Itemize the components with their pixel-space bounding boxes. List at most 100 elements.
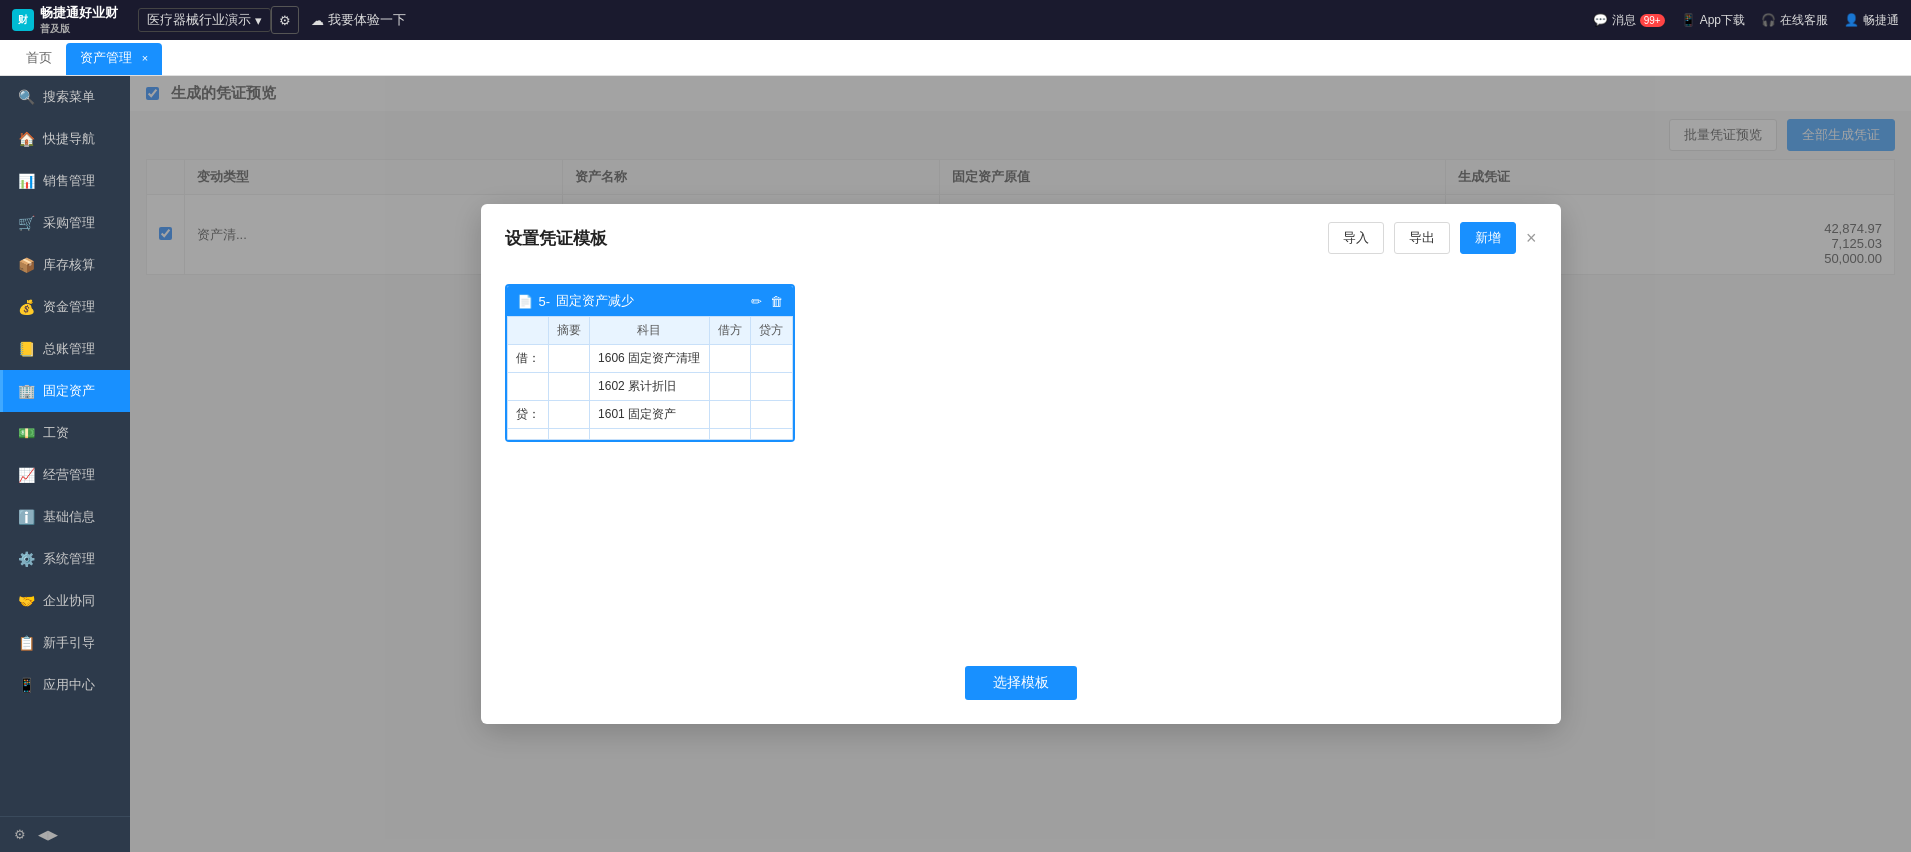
sidebar-item-purchase[interactable]: 🛒 采购管理 xyxy=(0,202,130,244)
modal-header: 设置凭证模板 导入 导出 新增 × xyxy=(481,204,1561,264)
sidebar-label-salary: 工资 xyxy=(43,424,69,442)
sidebar-label-operations: 经营管理 xyxy=(43,466,95,484)
entry-summary-4 xyxy=(548,429,589,440)
sidebar-settings-icon[interactable]: ⚙ xyxy=(14,827,26,842)
col-debit: 借方 xyxy=(709,317,750,345)
sidebar-label-assets: 固定资产 xyxy=(43,382,95,400)
message-badge: 99+ xyxy=(1640,14,1665,27)
export-button[interactable]: 导出 xyxy=(1394,222,1450,254)
tab-bar: 首页 资产管理 × xyxy=(0,40,1911,76)
main-layout: 🔍 搜索菜单 🏠 快捷导航 📊 销售管理 🛒 采购管理 📦 库存核算 💰 xyxy=(0,76,1911,852)
template-name: 固定资产减少 xyxy=(556,292,634,310)
app-download-label: App下载 xyxy=(1700,12,1745,29)
modal-footer: 选择模板 xyxy=(481,656,1561,724)
chevron-down-icon: ▾ xyxy=(255,13,262,28)
modal-backdrop: 设置凭证模板 导入 导出 新增 × 📄 5-固定资产减少 xyxy=(130,76,1911,852)
download-icon: 📱 xyxy=(1681,13,1696,27)
sidebar-item-basic-info[interactable]: ℹ️ 基础信息 xyxy=(0,496,130,538)
service-icon: 🎧 xyxy=(1761,13,1776,27)
sidebar-item-salary[interactable]: 💵 工资 xyxy=(0,412,130,454)
ledger-icon: 📒 xyxy=(17,340,35,358)
system-icon: ⚙️ xyxy=(17,550,35,568)
operations-icon: 📈 xyxy=(17,466,35,484)
modal-body: 📄 5-固定资产减少 ✏ 🗑 xyxy=(481,264,1561,656)
modal-header-actions: 导入 导出 新增 × xyxy=(1328,222,1537,254)
sidebar-label-search: 搜索菜单 xyxy=(43,88,95,106)
sidebar-item-enterprise[interactable]: 🤝 企业协同 xyxy=(0,580,130,622)
experience-label: 我要体验一下 xyxy=(328,11,406,29)
sidebar-item-system[interactable]: ⚙️ 系统管理 xyxy=(0,538,130,580)
template-delete-icon[interactable]: 🗑 xyxy=(770,294,783,309)
sidebar-collapse-icon[interactable]: ◀▶ xyxy=(38,827,58,842)
app-name: 畅捷通好业财 xyxy=(40,4,118,22)
assets-icon: 🏢 xyxy=(17,382,35,400)
new-button[interactable]: 新增 xyxy=(1460,222,1516,254)
entry-credit-2 xyxy=(751,373,792,401)
template-edit-icon[interactable]: ✏ xyxy=(751,294,762,309)
purchase-icon: 🛒 xyxy=(17,214,35,232)
app-download-link[interactable]: 📱 App下载 xyxy=(1681,12,1745,29)
sidebar-label-purchase: 采购管理 xyxy=(43,214,95,232)
user-menu[interactable]: 👤 畅捷通 xyxy=(1844,12,1899,29)
finance-icon: 💰 xyxy=(17,298,35,316)
entry-type-4 xyxy=(507,429,548,440)
entry-type-2 xyxy=(507,373,548,401)
modal-close-button[interactable]: × xyxy=(1526,229,1537,247)
entry-summary-3 xyxy=(548,401,589,429)
app-edition: 普及版 xyxy=(40,22,118,36)
sidebar-label-guide: 新手引导 xyxy=(43,634,95,652)
enterprise-icon: 🤝 xyxy=(17,592,35,610)
col-subject: 科目 xyxy=(590,317,710,345)
entry-summary-2 xyxy=(548,373,589,401)
template-entry-row-3: 贷： 1601 固定资产 xyxy=(507,401,792,429)
sidebar-item-assets[interactable]: 🏢 固定资产 xyxy=(0,370,130,412)
template-number: 5- xyxy=(539,294,551,309)
company-selector[interactable]: 医疗器械行业演示 ▾ xyxy=(138,8,271,32)
app-center-icon: 📱 xyxy=(17,676,35,694)
select-template-button[interactable]: 选择模板 xyxy=(965,666,1077,700)
logo-icon: 财 xyxy=(12,9,34,31)
import-button[interactable]: 导入 xyxy=(1328,222,1384,254)
sidebar-item-finance[interactable]: 💰 资金管理 xyxy=(0,286,130,328)
tab-asset-management[interactable]: 资产管理 × xyxy=(66,43,162,75)
entry-debit-4 xyxy=(709,429,750,440)
guide-icon: 📋 xyxy=(17,634,35,652)
sidebar-item-quick-nav[interactable]: 🏠 快捷导航 xyxy=(0,118,130,160)
tab-close-icon[interactable]: × xyxy=(142,52,148,64)
top-navigation: 财 畅捷通好业财 普及版 医疗器械行业演示 ▾ ⚙ ☁ 我要体验一下 💬 消息 … xyxy=(0,0,1911,40)
entry-summary-1 xyxy=(548,345,589,373)
sidebar-item-search[interactable]: 🔍 搜索菜单 xyxy=(0,76,130,118)
online-service-label: 在线客服 xyxy=(1780,12,1828,29)
experience-link[interactable]: ☁ 我要体验一下 xyxy=(311,11,406,29)
sidebar-label-app-center: 应用中心 xyxy=(43,676,95,694)
app-logo: 财 畅捷通好业财 普及版 xyxy=(12,4,118,36)
message-label: 消息 xyxy=(1612,12,1636,29)
home-icon: 🏠 xyxy=(17,130,35,148)
tab-home[interactable]: 首页 xyxy=(12,43,66,75)
basic-info-icon: ℹ️ xyxy=(17,508,35,526)
sidebar-item-guide[interactable]: 📋 新手引导 xyxy=(0,622,130,664)
message-link[interactable]: 💬 消息 99+ xyxy=(1593,12,1665,29)
sidebar-item-inventory[interactable]: 📦 库存核算 xyxy=(0,244,130,286)
sidebar-bottom: ⚙ ◀▶ xyxy=(0,816,130,852)
entry-subject-1: 1606 固定资产清理 xyxy=(590,345,710,373)
sidebar-label-inventory: 库存核算 xyxy=(43,256,95,274)
sidebar-label-finance: 资金管理 xyxy=(43,298,95,316)
col-entry-type xyxy=(507,317,548,345)
entry-type-1: 借： xyxy=(507,345,548,373)
col-summary: 摘要 xyxy=(548,317,589,345)
template-entry-row-4 xyxy=(507,429,792,440)
sidebar-label-system: 系统管理 xyxy=(43,550,95,568)
template-entry-row-2: 1602 累计折旧 xyxy=(507,373,792,401)
sidebar-wrapper: 🔍 搜索菜单 🏠 快捷导航 📊 销售管理 🛒 采购管理 📦 库存核算 💰 xyxy=(0,76,130,852)
sidebar-item-ledger[interactable]: 📒 总账管理 xyxy=(0,328,130,370)
settings-icon[interactable]: ⚙ xyxy=(271,6,299,34)
sidebar-item-app-center[interactable]: 📱 应用中心 xyxy=(0,664,130,706)
online-service-link[interactable]: 🎧 在线客服 xyxy=(1761,12,1828,29)
sidebar: 🔍 搜索菜单 🏠 快捷导航 📊 销售管理 🛒 采购管理 📦 库存核算 💰 xyxy=(0,76,130,852)
sidebar-item-sales[interactable]: 📊 销售管理 xyxy=(0,160,130,202)
sidebar-label-sales: 销售管理 xyxy=(43,172,95,190)
user-label: 畅捷通 xyxy=(1863,12,1899,29)
sidebar-item-operations[interactable]: 📈 经营管理 xyxy=(0,454,130,496)
salary-icon: 💵 xyxy=(17,424,35,442)
